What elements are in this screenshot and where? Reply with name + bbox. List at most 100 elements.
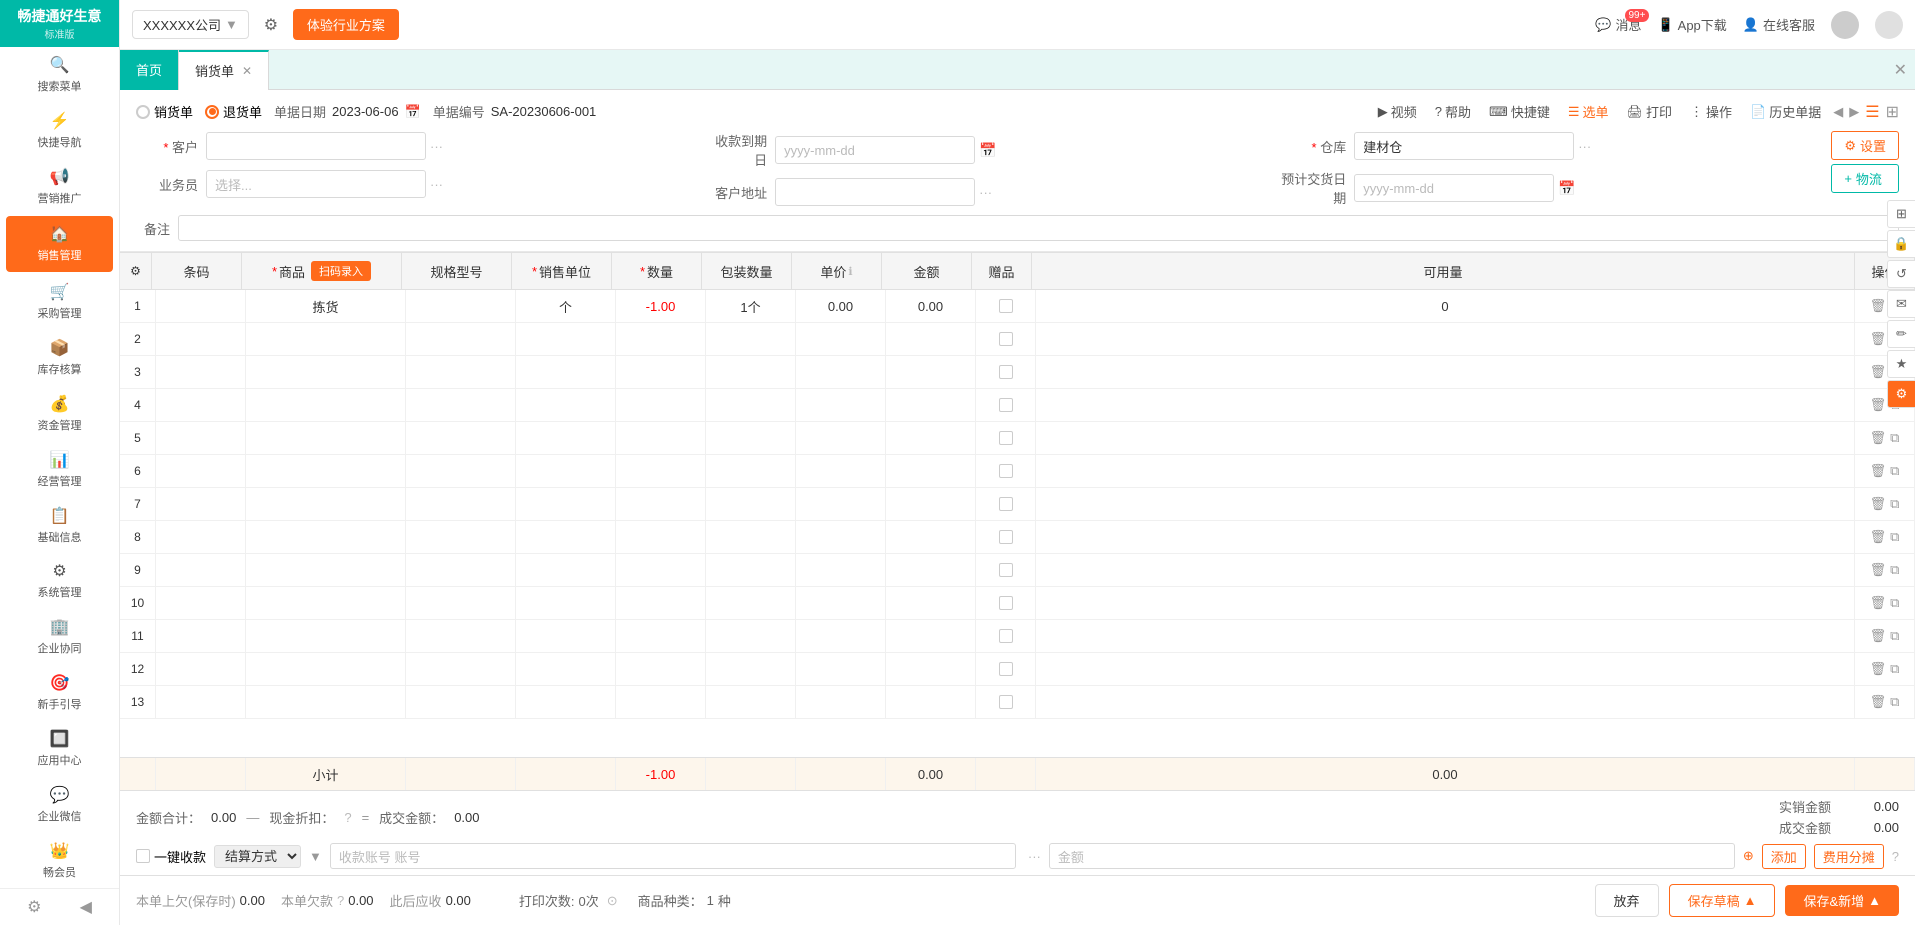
float-star-btn[interactable]: ★: [1887, 350, 1915, 378]
gift-checkbox[interactable]: [999, 596, 1013, 610]
online-service-button[interactable]: 👤 在线客服: [1743, 15, 1815, 34]
one-click-pay-checkbox[interactable]: 一键收款: [136, 847, 206, 866]
td-amount[interactable]: [886, 323, 976, 355]
td-unit[interactable]: [516, 323, 616, 355]
td-price[interactable]: [796, 686, 886, 718]
delete-icon[interactable]: 🗑: [1870, 595, 1887, 611]
td-product[interactable]: [246, 455, 406, 487]
td-gift[interactable]: [976, 686, 1036, 718]
delete-icon[interactable]: 🗑: [1870, 463, 1887, 479]
td-unit[interactable]: [516, 389, 616, 421]
td-gift[interactable]: [976, 554, 1036, 586]
td-pack[interactable]: [706, 686, 796, 718]
delivery-date-input[interactable]: yyyy-mm-dd: [1354, 174, 1554, 202]
discard-button[interactable]: 放弃: [1595, 884, 1659, 917]
td-price[interactable]: [796, 323, 886, 355]
td-amount[interactable]: [886, 686, 976, 718]
message-button[interactable]: 💬 消息 99+: [1595, 15, 1641, 34]
td-gift[interactable]: [976, 587, 1036, 619]
video-btn[interactable]: ▶ 视频: [1372, 100, 1423, 123]
pay-method-select[interactable]: 结算方式: [214, 845, 301, 868]
td-amount[interactable]: [886, 422, 976, 454]
td-amount[interactable]: [886, 587, 976, 619]
td-price[interactable]: [796, 653, 886, 685]
sidebar-item-search[interactable]: 🔍 搜索菜单: [0, 47, 119, 103]
delete-icon[interactable]: 🗑: [1870, 331, 1887, 347]
avatar-2[interactable]: [1875, 11, 1903, 39]
float-lock-btn[interactable]: 🔒: [1887, 230, 1915, 258]
td-price[interactable]: [796, 356, 886, 388]
td-product[interactable]: [246, 587, 406, 619]
row-1-product[interactable]: 拣货: [246, 290, 406, 322]
td-gift[interactable]: [976, 323, 1036, 355]
td-barcode[interactable]: [156, 554, 246, 586]
td-barcode[interactable]: [156, 323, 246, 355]
td-gift[interactable]: [976, 521, 1036, 553]
td-spec[interactable]: [406, 356, 516, 388]
delete-icon[interactable]: 🗑: [1870, 364, 1887, 380]
radio-return-order[interactable]: 退货单: [205, 102, 262, 121]
copy-icon[interactable]: ⧉: [1890, 628, 1899, 644]
td-pack[interactable]: [706, 389, 796, 421]
sidebar-collapse-icon[interactable]: ◀: [80, 897, 92, 917]
delete-icon[interactable]: 🗑: [1870, 496, 1887, 512]
row-1-qty[interactable]: -1.00: [616, 290, 706, 322]
sidebar-settings-icon[interactable]: ⚙: [27, 897, 41, 917]
td-qty[interactable]: [616, 653, 706, 685]
copy-icon[interactable]: ⧉: [1890, 430, 1899, 446]
td-gift[interactable]: [976, 620, 1036, 652]
row-1-gift[interactable]: [976, 290, 1036, 322]
td-price[interactable]: [796, 587, 886, 619]
sidebar-item-member[interactable]: 👑 畅会员: [0, 832, 119, 888]
td-product[interactable]: [246, 422, 406, 454]
customer-more-icon[interactable]: ···: [430, 139, 443, 154]
scan-button[interactable]: 扫码录入: [311, 261, 371, 281]
row-1-amount[interactable]: 0.00: [886, 290, 976, 322]
expense-split-button[interactable]: 费用分摊: [1814, 844, 1884, 869]
td-barcode[interactable]: [156, 686, 246, 718]
td-unit[interactable]: [516, 488, 616, 520]
td-barcode[interactable]: [156, 620, 246, 652]
float-edit-btn[interactable]: ✏: [1887, 320, 1915, 348]
td-spec[interactable]: [406, 686, 516, 718]
gift-checkbox[interactable]: [999, 563, 1013, 577]
gift-checkbox[interactable]: [999, 398, 1013, 412]
td-unit[interactable]: [516, 653, 616, 685]
tab-sales-order[interactable]: 销货单 ✕: [179, 50, 269, 90]
td-pack[interactable]: [706, 323, 796, 355]
expense-help-icon[interactable]: ?: [1892, 849, 1899, 864]
delete-icon[interactable]: 🗑: [1870, 661, 1887, 677]
print-btn[interactable]: 🖨 打印: [1621, 100, 1679, 123]
grid-view-btn[interactable]: ⊞: [1886, 102, 1899, 122]
td-barcode[interactable]: [156, 455, 246, 487]
sidebar-item-enterprise[interactable]: 🏢 企业协同: [0, 609, 119, 665]
row-1-spec[interactable]: [406, 290, 516, 322]
due-info-icon[interactable]: ?: [337, 893, 344, 908]
td-spec[interactable]: [406, 521, 516, 553]
sidebar-item-operations[interactable]: 📊 经营管理: [0, 441, 119, 497]
td-unit[interactable]: [516, 587, 616, 619]
td-amount[interactable]: [886, 488, 976, 520]
td-spec[interactable]: [406, 488, 516, 520]
copy-icon[interactable]: ⧉: [1890, 595, 1899, 611]
td-price[interactable]: [796, 455, 886, 487]
company-selector[interactable]: XXXXXX公司 ▼: [132, 10, 249, 39]
td-pack[interactable]: [706, 653, 796, 685]
td-pack[interactable]: [706, 521, 796, 553]
float-refresh-btn[interactable]: ↺: [1887, 260, 1915, 288]
sidebar-item-guide[interactable]: 🎯 新手引导: [0, 665, 119, 721]
copy-icon[interactable]: ⧉: [1890, 463, 1899, 479]
copy-icon[interactable]: ⧉: [1890, 496, 1899, 512]
td-amount[interactable]: [886, 653, 976, 685]
td-unit[interactable]: [516, 554, 616, 586]
td-gift[interactable]: [976, 653, 1036, 685]
td-spec[interactable]: [406, 554, 516, 586]
td-qty[interactable]: [616, 521, 706, 553]
td-qty[interactable]: [616, 422, 706, 454]
trial-button[interactable]: 体验行业方案: [293, 9, 399, 40]
td-product[interactable]: [246, 686, 406, 718]
account-more-icon[interactable]: ···: [1028, 849, 1041, 864]
next-record-btn[interactable]: ▶: [1849, 104, 1859, 120]
help-btn[interactable]: ? 帮助: [1429, 100, 1477, 123]
calendar-icon[interactable]: 📅: [405, 104, 421, 120]
